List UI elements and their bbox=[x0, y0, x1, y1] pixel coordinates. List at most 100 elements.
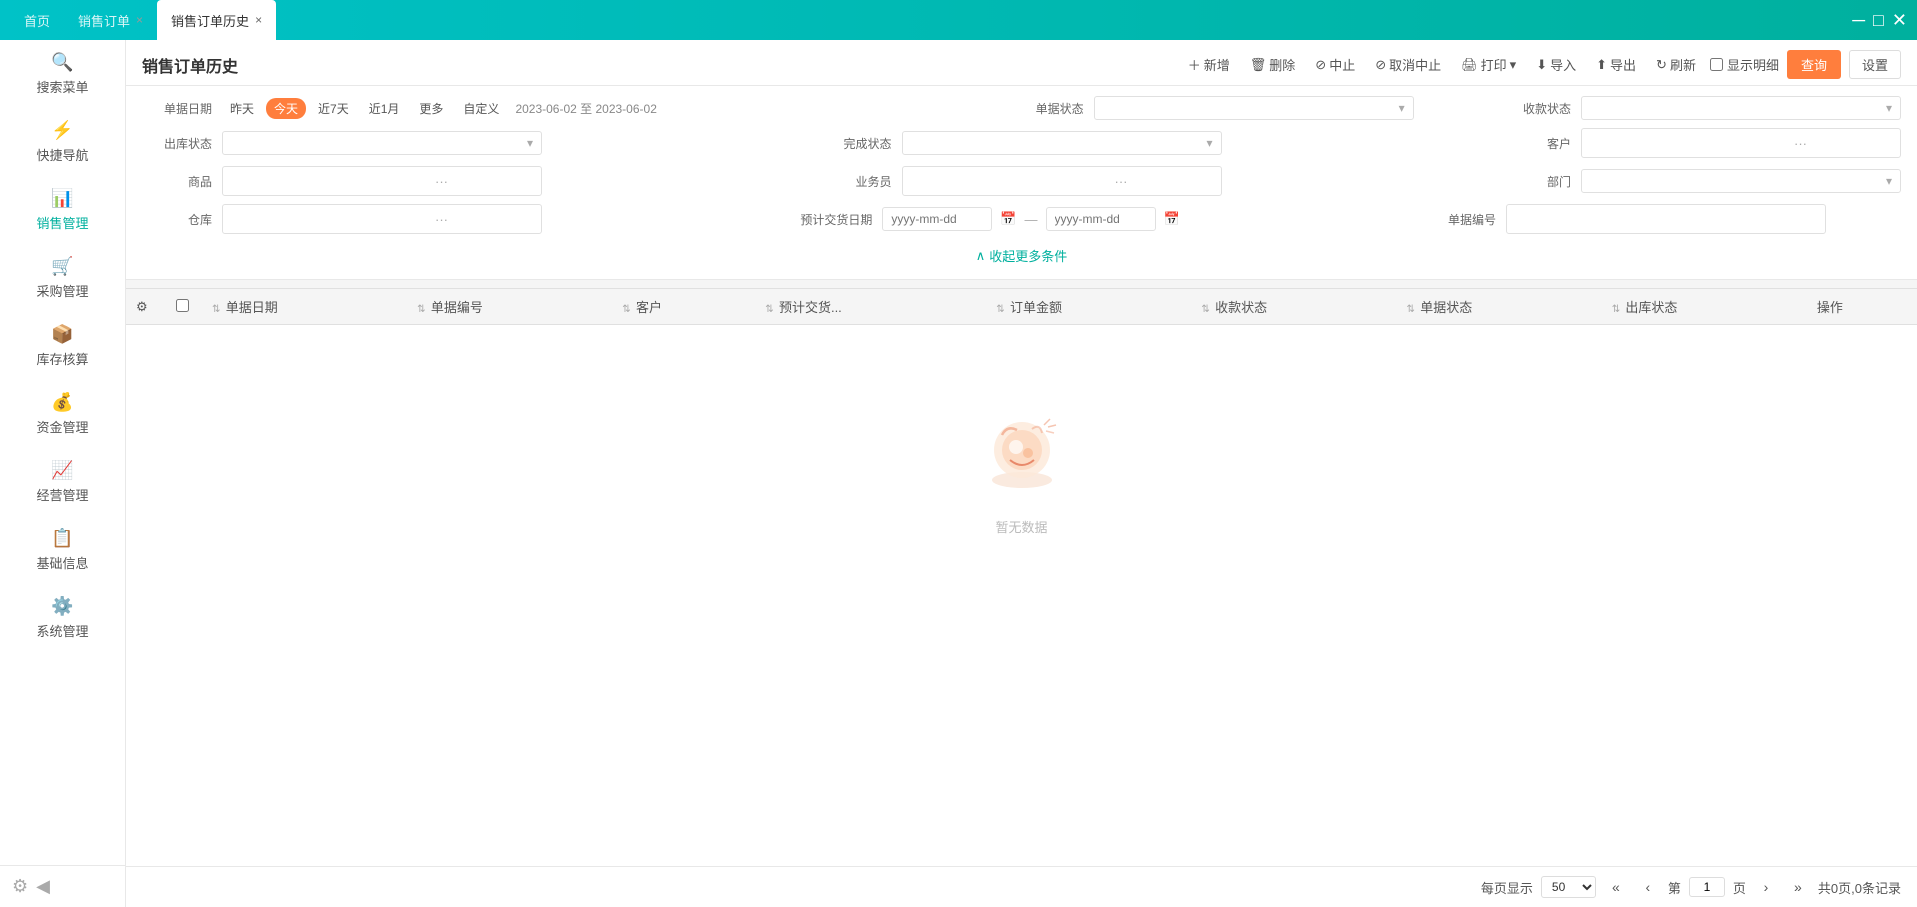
delivery-status-label: 出库状态 bbox=[142, 135, 212, 152]
last-page-button[interactable]: » bbox=[1786, 875, 1810, 899]
col-doc-no-sort-icon: ⇅ bbox=[417, 304, 425, 315]
import-button[interactable]: ⬇ 导入 bbox=[1530, 52, 1582, 77]
date-7days[interactable]: 近7天 bbox=[310, 98, 357, 119]
col-doc-status[interactable]: ⇅ 单据状态 bbox=[1397, 289, 1602, 325]
date-today[interactable]: 今天 bbox=[266, 98, 306, 119]
sidebar-item-search-menu[interactable]: 🔍 搜索菜单 bbox=[0, 40, 125, 108]
date-more[interactable]: 更多 bbox=[411, 98, 451, 119]
sidebar-item-finance[interactable]: 💰 资金管理 bbox=[0, 380, 125, 448]
date-yesterday[interactable]: 昨天 bbox=[222, 98, 262, 119]
tab-sales-order-close[interactable]: × bbox=[136, 13, 143, 27]
settings-icon[interactable]: ⚙ bbox=[136, 299, 148, 314]
sidebar-settings-icon[interactable]: ⚙ bbox=[12, 876, 28, 897]
doc-number-label: 单据编号 bbox=[1426, 211, 1496, 228]
department-arrow: ▾ bbox=[1886, 174, 1892, 188]
receipt-status-select[interactable]: ▾ bbox=[1581, 96, 1901, 120]
sidebar-item-basic-info[interactable]: 📋 基础信息 bbox=[0, 516, 125, 584]
query-button[interactable]: 查询 bbox=[1787, 50, 1841, 79]
delivery-status-select[interactable]: ▾ bbox=[222, 131, 542, 155]
expected-date-label: 预计交货日期 bbox=[788, 211, 872, 228]
doc-number-input[interactable] bbox=[1515, 208, 1715, 230]
sidebar-item-quick-nav[interactable]: ⚡ 快捷导航 bbox=[0, 108, 125, 176]
sidebar-item-inventory[interactable]: 📦 库存核算 bbox=[0, 312, 125, 380]
display-details-checkbox-label[interactable]: 显示明细 bbox=[1710, 55, 1779, 74]
display-details-checkbox[interactable] bbox=[1710, 58, 1723, 71]
expected-date-from[interactable] bbox=[882, 207, 992, 231]
expected-date-from-calendar[interactable]: 📅 bbox=[1000, 211, 1016, 227]
sidebar-item-purchase-mgmt[interactable]: 🛒 采购管理 bbox=[0, 244, 125, 312]
warehouse-input[interactable] bbox=[231, 208, 431, 230]
stop-button[interactable]: ⊘ 中止 bbox=[1309, 52, 1361, 77]
collapse-button[interactable]: ∧ 收起更多条件 bbox=[142, 242, 1901, 269]
import-icon: ⬇ bbox=[1536, 57, 1547, 73]
sidebar-item-purchase-mgmt-label: 采购管理 bbox=[36, 281, 88, 300]
minimize-icon[interactable]: ─ bbox=[1852, 10, 1865, 31]
date-custom[interactable]: 自定义 bbox=[455, 98, 507, 119]
customer-input[interactable] bbox=[1590, 132, 1790, 154]
total-records-label: 共0页,0条记录 bbox=[1818, 878, 1901, 897]
sidebar-item-basic-info-label: 基础信息 bbox=[36, 553, 88, 572]
settings-button[interactable]: 设置 bbox=[1849, 50, 1901, 79]
sidebar-collapse-icon[interactable]: ◀ bbox=[36, 876, 50, 897]
col-doc-date[interactable]: ⇅ 单据日期 bbox=[202, 289, 407, 325]
maximize-icon[interactable]: □ bbox=[1873, 10, 1884, 31]
export-button[interactable]: ⬆ 导出 bbox=[1590, 52, 1642, 77]
print-label: 打印 bbox=[1481, 55, 1507, 74]
completion-status-select[interactable]: ▾ bbox=[902, 131, 1222, 155]
date-1month[interactable]: 近1月 bbox=[361, 98, 408, 119]
export-label: 导出 bbox=[1610, 55, 1636, 74]
add-icon: ＋ bbox=[1188, 55, 1201, 74]
col-delivery-status[interactable]: ⇅ 出库状态 bbox=[1602, 289, 1807, 325]
tab-sales-order-history[interactable]: 销售订单历史 × bbox=[157, 0, 276, 40]
add-button[interactable]: ＋ 新增 bbox=[1182, 52, 1236, 77]
col-customer-sort-icon: ⇅ bbox=[622, 304, 630, 315]
sidebar-item-operations[interactable]: 📈 经营管理 bbox=[0, 448, 125, 516]
first-page-button[interactable]: « bbox=[1604, 875, 1628, 899]
expected-date-to-calendar[interactable]: 📅 bbox=[1164, 211, 1180, 227]
goods-input[interactable] bbox=[231, 170, 431, 192]
tab-home[interactable]: 首页 bbox=[10, 0, 64, 40]
sidebar-item-sys-mgmt[interactable]: ⚙️ 系统管理 bbox=[0, 584, 125, 652]
col-expected-date[interactable]: ⇅ 预计交货... bbox=[755, 289, 986, 325]
empty-state: 暂无数据 bbox=[126, 325, 1917, 616]
goods-dots[interactable]: ··· bbox=[431, 174, 452, 189]
col-operations: 操作 bbox=[1807, 289, 1917, 325]
col-settings[interactable]: ⚙ bbox=[126, 289, 166, 325]
doc-status-select[interactable]: ▾ bbox=[1094, 96, 1414, 120]
expected-date-to[interactable] bbox=[1046, 207, 1156, 231]
col-order-amount[interactable]: ⇅ 订单金额 bbox=[986, 289, 1191, 325]
close-window-icon[interactable]: ✕ bbox=[1892, 10, 1907, 31]
delete-button[interactable]: 🗑 删除 bbox=[1244, 52, 1302, 77]
warehouse-dots[interactable]: ··· bbox=[431, 212, 452, 227]
salesperson-dots[interactable]: ··· bbox=[1111, 174, 1132, 189]
salesperson-input[interactable] bbox=[911, 170, 1111, 192]
col-doc-no[interactable]: ⇅ 单据编号 bbox=[407, 289, 612, 325]
customer-dots[interactable]: ··· bbox=[1790, 136, 1811, 151]
prev-page-button[interactable]: ‹ bbox=[1636, 875, 1660, 899]
filter-row-2: 出库状态 ▾ 完成状态 ▾ 客户 ··· bbox=[142, 128, 1901, 158]
stop-icon: ⊘ bbox=[1315, 57, 1326, 73]
col-check[interactable] bbox=[166, 289, 202, 325]
cancel-stop-button[interactable]: ⊘ 取消中止 bbox=[1369, 52, 1447, 77]
tab-sales-order[interactable]: 销售订单 × bbox=[64, 0, 157, 40]
select-all-checkbox[interactable] bbox=[176, 299, 189, 312]
doc-status-label: 单据状态 bbox=[1014, 100, 1084, 117]
page-number-input[interactable] bbox=[1689, 877, 1725, 897]
next-page-button[interactable]: › bbox=[1754, 875, 1778, 899]
col-receipt-status[interactable]: ⇅ 收款状态 bbox=[1191, 289, 1396, 325]
inventory-icon: 📦 bbox=[51, 324, 73, 345]
department-select[interactable]: ▾ bbox=[1581, 169, 1901, 193]
tab-sales-order-history-close[interactable]: × bbox=[255, 13, 262, 27]
stop-label: 中止 bbox=[1329, 55, 1355, 74]
table-footer: 每页显示 50 10 20 100 « ‹ 第 页 › » 共0页,0条记录 bbox=[126, 866, 1917, 907]
col-doc-status-label: 单据状态 bbox=[1420, 300, 1472, 315]
empty-icon bbox=[972, 405, 1072, 505]
per-page-label: 每页显示 bbox=[1481, 878, 1533, 897]
sidebar-item-sales-mgmt[interactable]: 📊 销售管理 bbox=[0, 176, 125, 244]
per-page-select[interactable]: 50 10 20 100 bbox=[1541, 876, 1596, 898]
date-range-text: 2023-06-02 至 2023-06-02 bbox=[515, 100, 656, 117]
display-details-label: 显示明细 bbox=[1727, 55, 1779, 74]
col-customer[interactable]: ⇅ 客户 bbox=[612, 289, 755, 325]
refresh-button[interactable]: ↻ 刷新 bbox=[1650, 52, 1702, 77]
print-button[interactable]: 🖨 打印 ▾ bbox=[1455, 52, 1522, 77]
